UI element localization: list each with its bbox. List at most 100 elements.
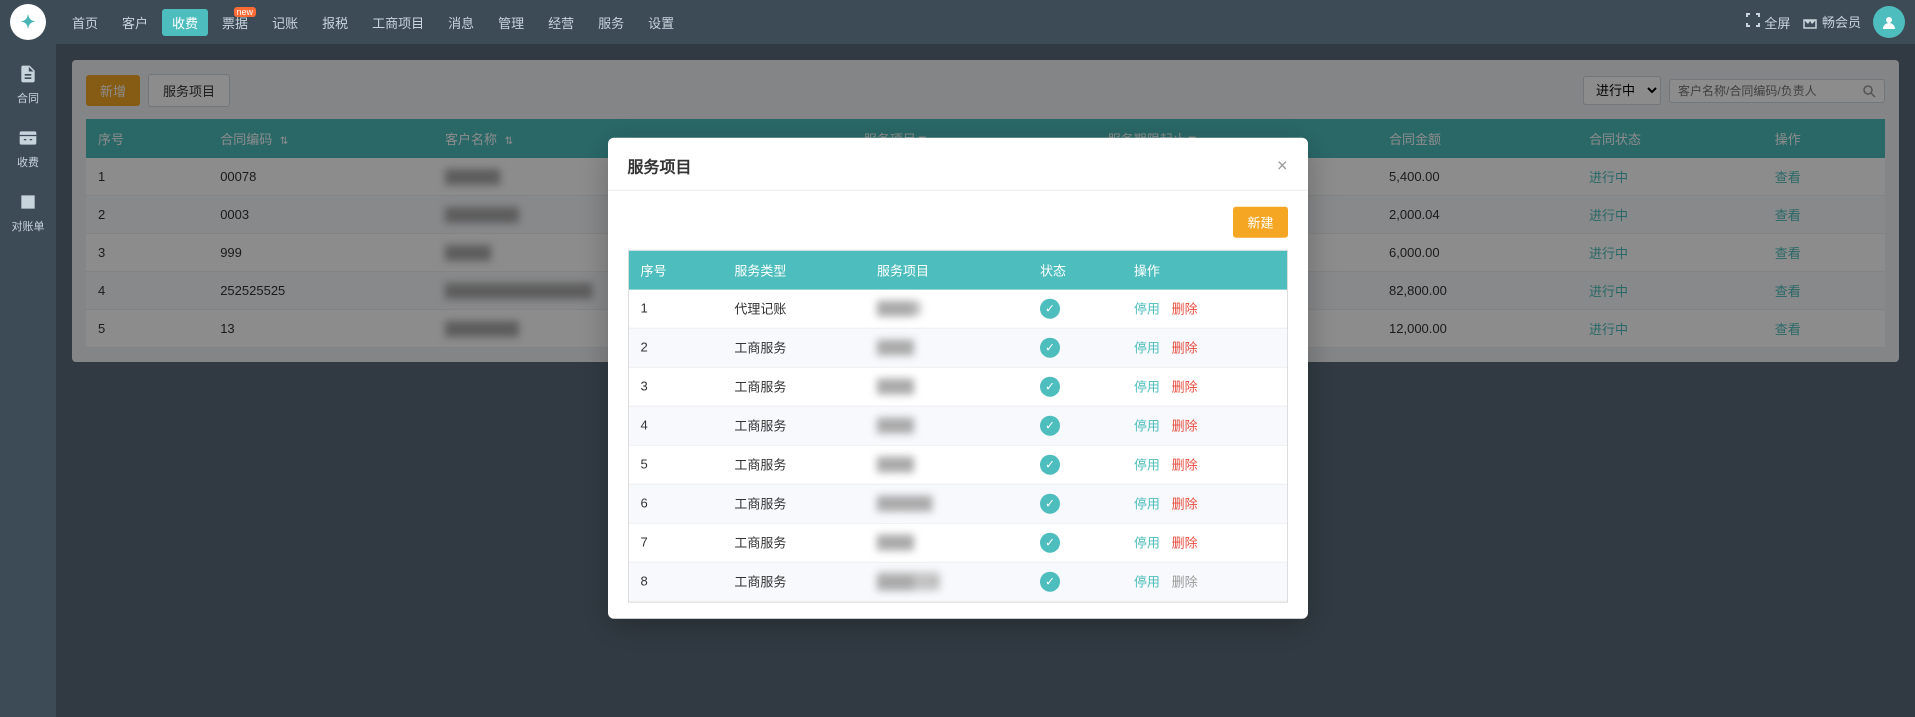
nav-tax[interactable]: 报税 — [312, 9, 358, 36]
modal-table: 序号 服务类型 服务项目 状态 操作 1 代理记账 ████1 ✓ 停用 删除 … — [629, 250, 1287, 601]
nav-client[interactable]: 客户 — [112, 9, 158, 36]
modal-cell-type: 工商服务 — [722, 406, 865, 445]
stop-button[interactable]: 停用 — [1134, 419, 1160, 434]
sidebar-label-billing: 收费 — [17, 154, 39, 170]
modal-table-row: 7 工商服务 ████ ✓ 停用 删除 — [629, 523, 1287, 562]
modal-cell-action: 停用 删除 — [1122, 484, 1287, 523]
nav-manage[interactable]: 管理 — [488, 9, 534, 36]
modal-cell-status: ✓ — [1028, 523, 1122, 562]
modal-cell-status: ✓ — [1028, 289, 1122, 328]
delete-button[interactable]: 删除 — [1172, 419, 1198, 434]
modal-cell-type: 代理记账 — [722, 289, 865, 328]
modal-header: 服务项目 × — [608, 137, 1308, 190]
modal-cell-status: ✓ — [1028, 562, 1122, 601]
modal-table-row: 5 工商服务 ████ ✓ 停用 删除 — [629, 445, 1287, 484]
modal-toolbar: 新建 — [628, 206, 1288, 237]
nav-home[interactable]: 首页 — [62, 9, 108, 36]
app-logo: ✦ — [10, 4, 46, 40]
nav-commerce[interactable]: 工商项目 — [362, 9, 434, 36]
modal-body: 新建 序号 服务类型 服务项目 状态 操作 1 代理记账 ████1 ✓ — [608, 190, 1308, 618]
modal-table-row: 1 代理记账 ████1 ✓ 停用 删除 — [629, 289, 1287, 328]
fullscreen-btn[interactable]: 全屏 — [1745, 12, 1791, 32]
modal-cell-item: ████ — [865, 367, 1028, 406]
modal-cell-action: 停用 删除 — [1122, 523, 1287, 562]
modal-cell-type: 工商服务 — [722, 562, 865, 601]
modal-cell-type: 工商服务 — [722, 523, 865, 562]
modal-cell-status: ✓ — [1028, 406, 1122, 445]
sidebar-label-reconcile: 对账单 — [12, 218, 45, 234]
status-check-icon: ✓ — [1040, 376, 1060, 396]
modal-new-button[interactable]: 新建 — [1233, 206, 1287, 237]
top-nav: ✦ 首页 客户 收费 票据 new 记账 报税 工商项目 消息 管理 经营 服务… — [0, 0, 1915, 44]
stop-button[interactable]: 停用 — [1134, 497, 1160, 512]
status-check-icon: ✓ — [1040, 337, 1060, 357]
modal-cell-status: ✓ — [1028, 484, 1122, 523]
modal-col-action: 操作 — [1122, 250, 1287, 289]
new-badge: new — [234, 7, 257, 17]
modal-cell-item: ████1 — [865, 289, 1028, 328]
modal-cell-seq: 7 — [629, 523, 723, 562]
vip-btn[interactable]: 畅会员 — [1802, 12, 1861, 32]
contract-icon — [16, 62, 40, 86]
stop-button[interactable]: 停用 — [1134, 536, 1160, 551]
stop-button[interactable]: 停用 — [1134, 380, 1160, 395]
status-check-icon: ✓ — [1040, 298, 1060, 318]
delete-button[interactable]: 删除 — [1172, 536, 1198, 551]
status-check-icon: ✓ — [1040, 493, 1060, 513]
modal-cell-item: ██████ — [865, 484, 1028, 523]
modal-col-type: 服务类型 — [722, 250, 865, 289]
modal-cell-type: 工商服务 — [722, 484, 865, 523]
status-check-icon: ✓ — [1040, 532, 1060, 552]
modal-table-row: 6 工商服务 ██████ ✓ 停用 删除 — [629, 484, 1287, 523]
delete-button[interactable]: 删除 — [1172, 458, 1198, 473]
billing-icon — [16, 126, 40, 150]
delete-button[interactable]: 删除 — [1172, 341, 1198, 356]
modal-cell-item: ████注册 — [865, 562, 1028, 601]
nav-billing[interactable]: 收费 — [162, 9, 208, 36]
modal-cell-seq: 2 — [629, 328, 723, 367]
nav-ledger[interactable]: 记账 — [262, 9, 308, 36]
nav-items: 首页 客户 收费 票据 new 记账 报税 工商项目 消息 管理 经营 服务 设… — [62, 9, 1745, 36]
status-check-icon: ✓ — [1040, 454, 1060, 474]
stop-button[interactable]: 停用 — [1134, 302, 1160, 317]
sidebar-item-reconcile[interactable]: 对账单 — [3, 182, 53, 242]
nav-settings[interactable]: 设置 — [638, 9, 684, 36]
modal-cell-seq: 5 — [629, 445, 723, 484]
nav-message[interactable]: 消息 — [438, 9, 484, 36]
stop-button[interactable]: 停用 — [1134, 341, 1160, 356]
stop-button[interactable]: 停用 — [1134, 458, 1160, 473]
nav-invoice[interactable]: 票据 new — [212, 9, 258, 36]
modal-cell-action: 停用 删除 — [1122, 406, 1287, 445]
modal-col-seq: 序号 — [629, 250, 723, 289]
modal-cell-action: 停用 删除 — [1122, 562, 1287, 601]
modal-title: 服务项目 — [628, 153, 692, 177]
modal-close-button[interactable]: × — [1277, 156, 1288, 174]
modal-col-status: 状态 — [1028, 250, 1122, 289]
sidebar-item-contract[interactable]: 合同 — [3, 54, 53, 114]
modal-cell-item: ████ — [865, 406, 1028, 445]
nav-finance[interactable]: 经营 — [538, 9, 584, 36]
delete-button[interactable]: 删除 — [1172, 575, 1198, 590]
delete-button[interactable]: 删除 — [1172, 497, 1198, 512]
delete-button[interactable]: 删除 — [1172, 380, 1198, 395]
sidebar-label-contract: 合同 — [17, 90, 39, 106]
right-actions: 全屏 畅会员 — [1745, 6, 1905, 38]
modal-table-row: 3 工商服务 ████ ✓ 停用 删除 — [629, 367, 1287, 406]
nav-service[interactable]: 服务 — [588, 9, 634, 36]
reconcile-icon — [16, 190, 40, 214]
modal-cell-status: ✓ — [1028, 445, 1122, 484]
modal-cell-seq: 1 — [629, 289, 723, 328]
modal-table-wrap[interactable]: 序号 服务类型 服务项目 状态 操作 1 代理记账 ████1 ✓ 停用 删除 … — [628, 249, 1288, 602]
stop-button[interactable]: 停用 — [1134, 575, 1160, 590]
user-avatar[interactable] — [1873, 6, 1905, 38]
modal-cell-item: ████ — [865, 445, 1028, 484]
modal-cell-status: ✓ — [1028, 328, 1122, 367]
sidebar-item-billing[interactable]: 收费 — [3, 118, 53, 178]
status-check-icon: ✓ — [1040, 415, 1060, 435]
modal-cell-item: ████ — [865, 328, 1028, 367]
modal-cell-action: 停用 删除 — [1122, 289, 1287, 328]
delete-button[interactable]: 删除 — [1172, 302, 1198, 317]
modal-cell-seq: 4 — [629, 406, 723, 445]
modal-cell-type: 工商服务 — [722, 328, 865, 367]
modal-table-row: 4 工商服务 ████ ✓ 停用 删除 — [629, 406, 1287, 445]
